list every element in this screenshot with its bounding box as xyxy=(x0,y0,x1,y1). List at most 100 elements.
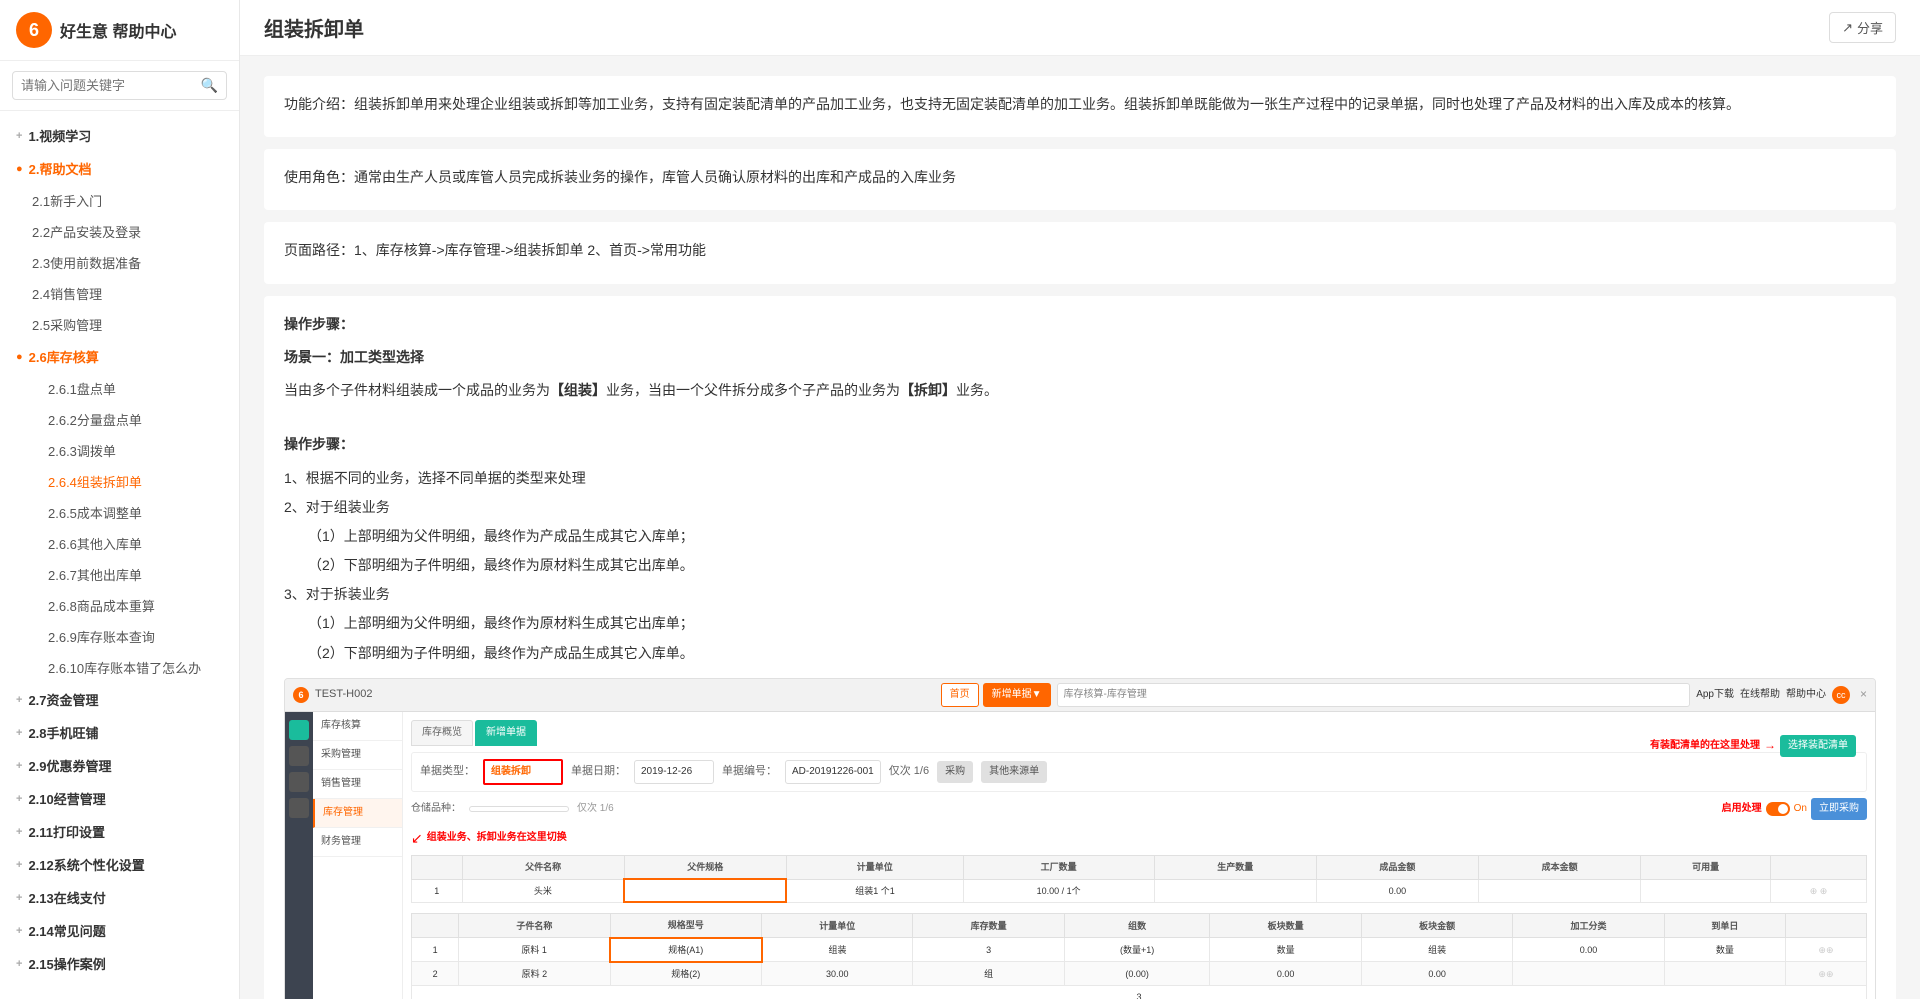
sc-type-value[interactable]: 组装拆卸 xyxy=(483,759,563,785)
sc-sub-row-op-1[interactable]: ⊕⊕ xyxy=(1818,945,1833,955)
sc-company: TEST-H002 xyxy=(315,685,935,705)
scene1-title: 场景一：加工类型选择 xyxy=(284,345,1876,370)
sc-row-del-icon[interactable]: ⊕ xyxy=(1810,886,1818,896)
toggle-on-label: On xyxy=(1794,800,1807,818)
ann-type-text: 组装业务、拆卸业务在这里切换 xyxy=(427,829,567,847)
ann-bom-text: 有装配清单的在这里处理 xyxy=(1650,737,1760,755)
sidebar-item-videos[interactable]: + 1.视频学习 xyxy=(0,119,239,152)
search-input[interactable] xyxy=(21,78,201,93)
sidebar-item-faq[interactable]: + 2.14常见问题 xyxy=(0,914,239,947)
sidebar-item-install[interactable]: 2.2产品安装及登录 xyxy=(0,216,239,247)
sidebar-item-operation[interactable]: + 2.10经营管理 xyxy=(0,782,239,815)
sc-app-download[interactable]: App下载 xyxy=(1696,686,1734,704)
sc-logo: 6 xyxy=(293,687,309,703)
sidebar-item-ledger-fix[interactable]: 2.6.10库存账本错了怎么办 xyxy=(0,652,239,683)
sidebar-item-system[interactable]: + 2.12系统个性化设置 xyxy=(0,848,239,881)
sidebar-item-stock-ledger[interactable]: 2.6.9库存账本查询 xyxy=(0,621,239,652)
step3-details: （1）上部明细为父件明细，最终作为原材料生成其它出库单； （2）下部明细为子件明… xyxy=(284,611,1876,665)
search-icon[interactable]: 🔍 xyxy=(201,77,218,94)
sc-online-help[interactable]: 在线帮助 xyxy=(1740,686,1780,704)
sc-titlebar: 6 TEST-H002 首页 新增单据▼ 库存核算-库存管理 App下载 在线帮… xyxy=(285,679,1875,712)
sc-nav-purchase[interactable]: 采购管理 xyxy=(313,741,402,770)
sc-upper-table: 父件名称 父件规格 计量单位 工厂数量 生产数量 成品金额 成本金额 可用量 xyxy=(411,855,1867,903)
sc-help-center[interactable]: 帮助中心 xyxy=(1786,686,1826,704)
sc-cell-parent-spec[interactable] xyxy=(624,879,786,902)
sidebar-item-sales[interactable]: 2.4销售管理 xyxy=(0,278,239,309)
steps-card: 操作步骤： 场景一：加工类型选择 当由多个子件材料组装成一个成品的业务为【组装】… xyxy=(264,296,1896,999)
sc-tab-overview[interactable]: 库存概览 xyxy=(411,720,473,746)
sc-date-label: 单据日期： xyxy=(571,762,626,782)
sidebar-item-data-prep[interactable]: 2.3使用前数据准备 xyxy=(0,247,239,278)
intro-text-2: 使用角色：通常由生产人员或库管人员完成拆装业务的操作，库管人员确认原材料的出库和… xyxy=(284,165,1876,190)
sc-type-label: 单据类型： xyxy=(420,762,475,782)
toggle-switch[interactable] xyxy=(1766,802,1790,816)
sc-nav-sales[interactable]: 销售管理 xyxy=(313,770,402,799)
sidebar-item-print[interactable]: + 2.11打印设置 xyxy=(0,815,239,848)
sc-cell-produce-qty xyxy=(1154,879,1316,902)
sidebar-children-inventory: 2.6.1盘点单 2.6.2分量盘点单 2.6.3调拨单 2.6.4组装拆卸单 … xyxy=(0,373,239,683)
sc-select-bom-btn[interactable]: 选择装配清单 xyxy=(1780,735,1856,757)
page-title: 组装拆卸单 xyxy=(264,13,364,42)
sidebar-item-cost-recalc[interactable]: 2.6.8商品成本重算 xyxy=(0,590,239,621)
sc-tab-new[interactable]: 新增单据 xyxy=(475,720,537,746)
table-row: 3 xyxy=(412,985,1867,999)
sc-new-btn[interactable]: 新增单据▼ xyxy=(983,683,1051,707)
sc-nav-icon-1 xyxy=(289,720,309,740)
sc-user[interactable]: cc xyxy=(1832,686,1850,704)
sidebar-item-finance[interactable]: + 2.7资金管理 xyxy=(0,683,239,716)
sidebar-item-cases[interactable]: + 2.15操作案例 xyxy=(0,947,239,980)
sidebar-item-assembly[interactable]: 2.6.4组装拆卸单 xyxy=(0,466,239,497)
sc-date-value: 2019-12-26 xyxy=(634,760,714,784)
sidebar-item-purchase[interactable]: 2.5采购管理 xyxy=(0,309,239,340)
steps-sub-title: 操作步骤： xyxy=(284,432,1876,457)
sc-nav-finance[interactable]: 财务管理 xyxy=(313,828,402,857)
sidebar-item-coupon[interactable]: + 2.9优惠券管理 xyxy=(0,749,239,782)
ann-arrow-left: ↙ xyxy=(411,826,423,851)
sc-nav-inventory[interactable]: 库存核算 xyxy=(313,712,402,741)
sc-url-bar: 库存核算-库存管理 xyxy=(1057,683,1691,707)
sidebar-item-cost-adjust[interactable]: 2.6.5成本调整单 xyxy=(0,497,239,528)
sidebar-item-transfer[interactable]: 2.6.3调拨单 xyxy=(0,435,239,466)
sc-content-wrapper: 库存核算 采购管理 销售管理 库存管理 财务管理 库存概览 新增单据 xyxy=(285,712,1875,999)
annotation-type-switch: ↙ 组装业务、拆卸业务在这里切换 xyxy=(411,826,1867,851)
search-box[interactable]: 🔍 xyxy=(12,71,227,100)
sc-nav-icon-2 xyxy=(289,746,309,766)
steps-title: 操作步骤： xyxy=(284,312,1876,337)
step1: 1、根据不同的业务，选择不同单据的类型来处理 xyxy=(284,466,1876,491)
sc-home-btn[interactable]: 首页 xyxy=(941,683,979,707)
intro-text-1: 功能介绍：组装拆卸单用来处理企业组装或拆卸等加工业务，支持有固定装配清单的产品加… xyxy=(284,92,1876,117)
sidebar-item-newcomer[interactable]: 2.1新手入门 xyxy=(0,185,239,216)
sc-table-spacer xyxy=(411,903,1867,909)
share-button[interactable]: ↗ 分享 xyxy=(1829,12,1896,43)
sc-form-header: 单据类型： 组装拆卸 单据日期： 2019-12-26 单据编号： AD-201… xyxy=(411,752,1867,792)
sc-purchase-btn[interactable]: 采购 xyxy=(937,761,973,783)
sc-sub-row-op-2[interactable]: ⊕⊕ xyxy=(1818,969,1833,979)
sc-sub-spec-1[interactable]: 规格(A1) xyxy=(610,938,761,962)
sc-nav-icon-3 xyxy=(289,772,309,792)
sc-other-source-btn[interactable]: 其他来源单 xyxy=(981,761,1047,783)
scene1-desc: 当由多个子件材料组装成一个成品的业务为【组装】业务，当由一个父件拆分成多个子产品… xyxy=(284,378,1876,403)
logo-area: 6 好生意 帮助中心 xyxy=(0,0,239,61)
sidebar-item-other-in[interactable]: 2.6.6其他入库单 xyxy=(0,528,239,559)
sidebar-item-inventory[interactable]: ● 2.6库存核算 xyxy=(0,340,239,373)
sc-confirm-btn[interactable]: 立即采购 xyxy=(1811,798,1867,820)
sc-wh-value[interactable] xyxy=(469,806,569,812)
sc-row-add-icon[interactable]: ⊕ xyxy=(1820,886,1828,896)
sc-cell-parent-name: 头米 xyxy=(462,879,624,902)
sc-cell-available xyxy=(1641,879,1771,902)
sc-close-btn[interactable]: × xyxy=(1860,684,1867,706)
sc-sub-col-qty: 板块数量 xyxy=(1210,914,1361,938)
sidebar-item-docs[interactable]: ● 2.帮助文档 xyxy=(0,152,239,185)
sidebar-item-stocktake[interactable]: 2.6.1盘点单 xyxy=(0,373,239,404)
sc-sidebar-strip xyxy=(285,712,313,999)
search-area: 🔍 xyxy=(0,61,239,111)
intro-card-2: 使用角色：通常由生产人员或库管人员完成拆装业务的操作，库管人员确认原材料的出库和… xyxy=(264,149,1896,210)
sc-nav-stock[interactable]: 库存管理 xyxy=(313,799,402,828)
sidebar-item-payment[interactable]: + 2.13在线支付 xyxy=(0,881,239,914)
sidebar-item-mobile[interactable]: + 2.8手机旺铺 xyxy=(0,716,239,749)
sidebar-item-partial-stocktake[interactable]: 2.6.2分量盘点单 xyxy=(0,404,239,435)
sidebar-item-other-out[interactable]: 2.6.7其他出库单 xyxy=(0,559,239,590)
ann-enable-text: 启用处理 xyxy=(1722,800,1762,818)
step2: 2、对于组装业务 xyxy=(284,495,1876,520)
path-text: 页面路径：1、库存核算->库存管理->组装拆卸单 2、首页->常用功能 xyxy=(284,238,1876,263)
